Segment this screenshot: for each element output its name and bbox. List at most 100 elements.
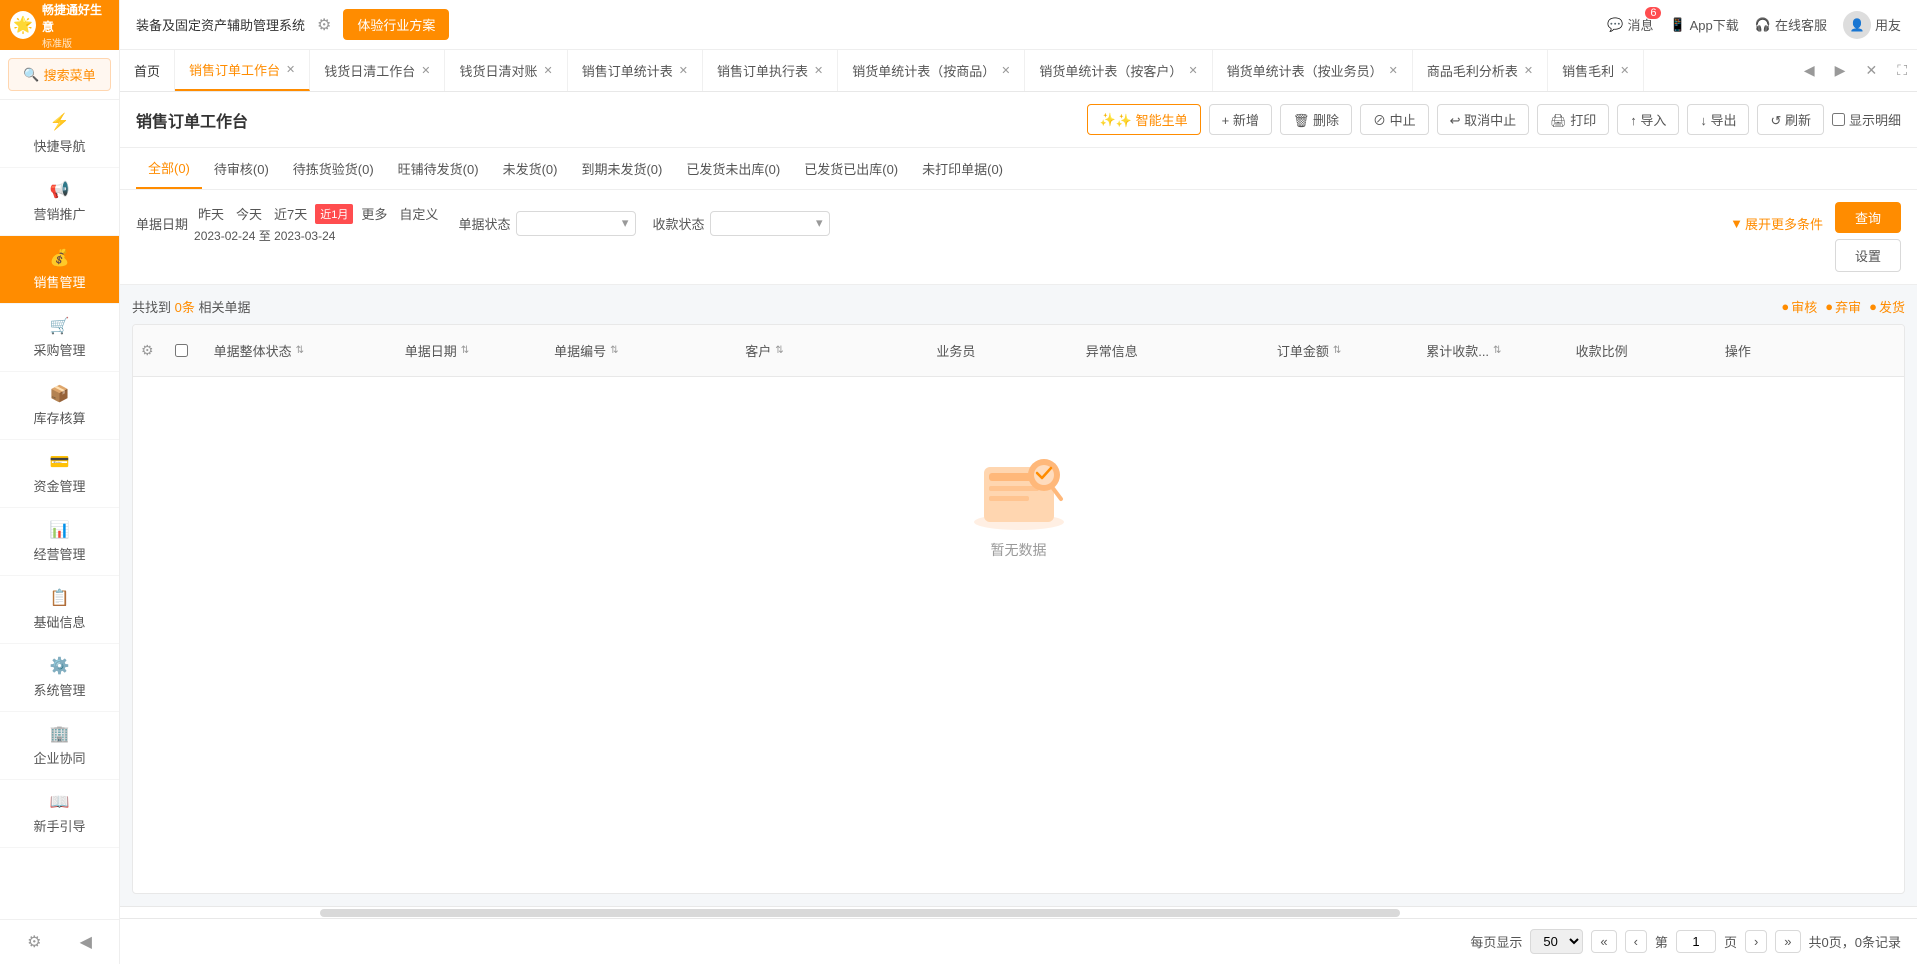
- tab-sales-exec[interactable]: 销售订单执行表✕: [703, 50, 838, 91]
- table-action-审核[interactable]: ● 审核: [1781, 297, 1817, 316]
- message-action[interactable]: 💬 消息 6: [1607, 15, 1653, 34]
- user-action[interactable]: 👤 用友: [1843, 11, 1901, 39]
- smart-create-button[interactable]: ✨ ✨ 智能生单: [1087, 104, 1201, 135]
- tab-close-gross-profit[interactable]: ✕: [1524, 64, 1533, 77]
- tab-close-cash-daily[interactable]: ✕: [421, 64, 430, 77]
- import-button[interactable]: ↑ 导入: [1617, 104, 1679, 135]
- per-page-select[interactable]: 50: [1530, 929, 1583, 954]
- page-unit: 页: [1724, 932, 1737, 951]
- tab-gross-profit[interactable]: 商品毛利分析表✕: [1413, 50, 1548, 91]
- tab-sales-workbench[interactable]: 销售订单工作台✕: [175, 50, 310, 91]
- tab-close-all-icon[interactable]: ✕: [1855, 56, 1887, 85]
- sort-date-icon[interactable]: ⇅: [461, 345, 469, 356]
- sort-customer-icon[interactable]: ⇅: [775, 345, 783, 356]
- date-opt-自定义[interactable]: 自定义: [395, 202, 442, 225]
- tab-sales-summary-customer[interactable]: 销货单统计表（按客户）✕: [1025, 50, 1212, 91]
- tab-scroll-left-icon[interactable]: ◀: [1794, 56, 1825, 85]
- tab-sales-summary-product[interactable]: 销货单统计表（按商品）✕: [838, 50, 1025, 91]
- th-code: 单据编号 ⇅: [542, 333, 733, 368]
- table-action-发货[interactable]: ● 发货: [1869, 297, 1905, 316]
- sidebar-item-system[interactable]: ⚙️系统管理: [0, 644, 119, 712]
- sidebar-item-quick[interactable]: ⚡快捷导航: [0, 100, 119, 168]
- subtab-shipped-out[interactable]: 已发货已出库(0): [792, 149, 910, 188]
- topbar-settings-icon[interactable]: ⚙: [317, 15, 331, 35]
- prev-page-button[interactable]: ‹: [1625, 930, 1647, 953]
- sort-amount-icon[interactable]: ⇅: [1333, 345, 1341, 356]
- subtab-not-shipped[interactable]: 未发货(0): [491, 149, 570, 188]
- table-action-弃审[interactable]: ● 弃审: [1825, 297, 1861, 316]
- select-all-checkbox-wrap[interactable]: [162, 336, 202, 365]
- sort-status-icon[interactable]: ⇅: [296, 345, 304, 356]
- logo-icon: 🌟: [10, 11, 36, 39]
- sidebar-item-finance[interactable]: 💳资金管理: [0, 440, 119, 508]
- add-button[interactable]: + 新增: [1209, 104, 1272, 135]
- query-button[interactable]: 查询: [1835, 202, 1901, 233]
- stop-button[interactable]: ⊘ 中止: [1360, 104, 1429, 135]
- export-button[interactable]: ↓ 导出: [1687, 104, 1749, 135]
- date-opt-近1月[interactable]: 近1月: [315, 204, 353, 224]
- online-service-action[interactable]: 🎧 在线客服: [1755, 15, 1827, 34]
- sort-collected-icon[interactable]: ⇅: [1493, 345, 1501, 356]
- column-settings-icon[interactable]: ⚙: [133, 334, 162, 367]
- expand-filter-btn[interactable]: ▼ 展开更多条件: [1730, 214, 1823, 233]
- tab-close-cash-reconcile[interactable]: ✕: [544, 64, 553, 77]
- search-icon: 🔍: [23, 67, 39, 83]
- sidebar-item-operations[interactable]: 📊经营管理: [0, 508, 119, 576]
- next-page-button[interactable]: ›: [1745, 930, 1767, 953]
- tab-sales-summary-salesman[interactable]: 销货单统计表（按业务员）✕: [1213, 50, 1413, 91]
- show-detail-checkbox-label[interactable]: 显示明细: [1832, 110, 1901, 129]
- tab-cash-daily[interactable]: 钱货日清工作台✕: [310, 50, 445, 91]
- tab-close-sales-summary-product[interactable]: ✕: [1001, 64, 1010, 77]
- last-page-button[interactable]: »: [1775, 930, 1800, 953]
- tab-home[interactable]: 首页: [120, 50, 175, 91]
- date-opt-昨天[interactable]: 昨天: [194, 202, 228, 225]
- sidebar-item-basic[interactable]: 📋基础信息: [0, 576, 119, 644]
- filter-settings-button[interactable]: 设置: [1835, 239, 1901, 272]
- first-page-button[interactable]: «: [1591, 930, 1616, 953]
- subtab-pending-inspect[interactable]: 待拣货验货(0): [281, 149, 386, 188]
- status-select[interactable]: [516, 211, 636, 236]
- page-input[interactable]: [1676, 930, 1716, 953]
- tab-close-sales-exec[interactable]: ✕: [814, 64, 823, 77]
- cancel-stop-button[interactable]: ↩ 取消中止: [1437, 104, 1530, 135]
- tab-close-sales-ht[interactable]: ✕: [1620, 64, 1629, 77]
- subtab-expired-not-shipped[interactable]: 到期未发货(0): [569, 149, 674, 188]
- subtab-shipped-not-out[interactable]: 已发货未出库(0): [674, 149, 792, 188]
- date-opt-今天[interactable]: 今天: [232, 202, 266, 225]
- subtab-pending-review[interactable]: 待审核(0): [202, 149, 281, 188]
- tab-cash-reconcile[interactable]: 钱货日清对账✕: [445, 50, 567, 91]
- sidebar-item-corp[interactable]: 🏢企业协同: [0, 712, 119, 780]
- tab-maximize-icon[interactable]: ⛶: [1887, 56, 1917, 85]
- tab-close-sales-summary-customer[interactable]: ✕: [1188, 64, 1197, 77]
- tab-close-sales-workbench[interactable]: ✕: [286, 63, 295, 76]
- horizontal-scrollbar[interactable]: [120, 906, 1917, 918]
- sidebar-item-guide[interactable]: 📖新手引导: [0, 780, 119, 848]
- delete-button[interactable]: 🗑 删除: [1280, 104, 1352, 135]
- search-menu-button[interactable]: 🔍 搜索菜单: [8, 58, 111, 91]
- date-opt-更多[interactable]: 更多: [357, 202, 391, 225]
- settings-footer-icon[interactable]: ⚙: [27, 932, 41, 952]
- page-header: 销售订单工作台 ✨ ✨ 智能生单 + 新增 🗑 删除 ⊘ 中止 ↩ 取消中止 🖨…: [120, 92, 1917, 148]
- collapse-sidebar-icon[interactable]: ◀: [80, 932, 92, 952]
- select-all-checkbox[interactable]: [175, 344, 188, 357]
- tab-close-sales-stats[interactable]: ✕: [679, 64, 688, 77]
- date-opt-近7天[interactable]: 近7天: [270, 202, 311, 225]
- subtab-wangpu-pending[interactable]: 旺铺待发货(0): [386, 149, 491, 188]
- receipt-select[interactable]: [710, 211, 830, 236]
- tab-sales-ht[interactable]: 销售毛利✕: [1548, 50, 1644, 91]
- sort-code-icon[interactable]: ⇅: [610, 345, 618, 356]
- subtab-all[interactable]: 全部(0): [136, 148, 202, 189]
- sidebar-item-inventory[interactable]: 📦库存核算: [0, 372, 119, 440]
- tab-scroll-right-icon[interactable]: ▶: [1825, 56, 1856, 85]
- show-detail-checkbox[interactable]: [1832, 113, 1845, 126]
- app-download-action[interactable]: 📱 App下载: [1669, 15, 1738, 34]
- sidebar-item-marketing[interactable]: 📢营销推广: [0, 168, 119, 236]
- tab-sales-stats[interactable]: 销售订单统计表✕: [568, 50, 703, 91]
- tab-close-sales-summary-salesman[interactable]: ✕: [1389, 64, 1398, 77]
- sidebar-item-purchase[interactable]: 🛒采购管理: [0, 304, 119, 372]
- refresh-button[interactable]: ↺ 刷新: [1757, 104, 1824, 135]
- sidebar-item-sales[interactable]: 💰销售管理: [0, 236, 119, 304]
- subtab-not-printed[interactable]: 未打印单据(0): [910, 149, 1015, 188]
- industry-btn[interactable]: 体验行业方案: [343, 9, 449, 40]
- print-button[interactable]: 🖨 打印: [1537, 104, 1609, 135]
